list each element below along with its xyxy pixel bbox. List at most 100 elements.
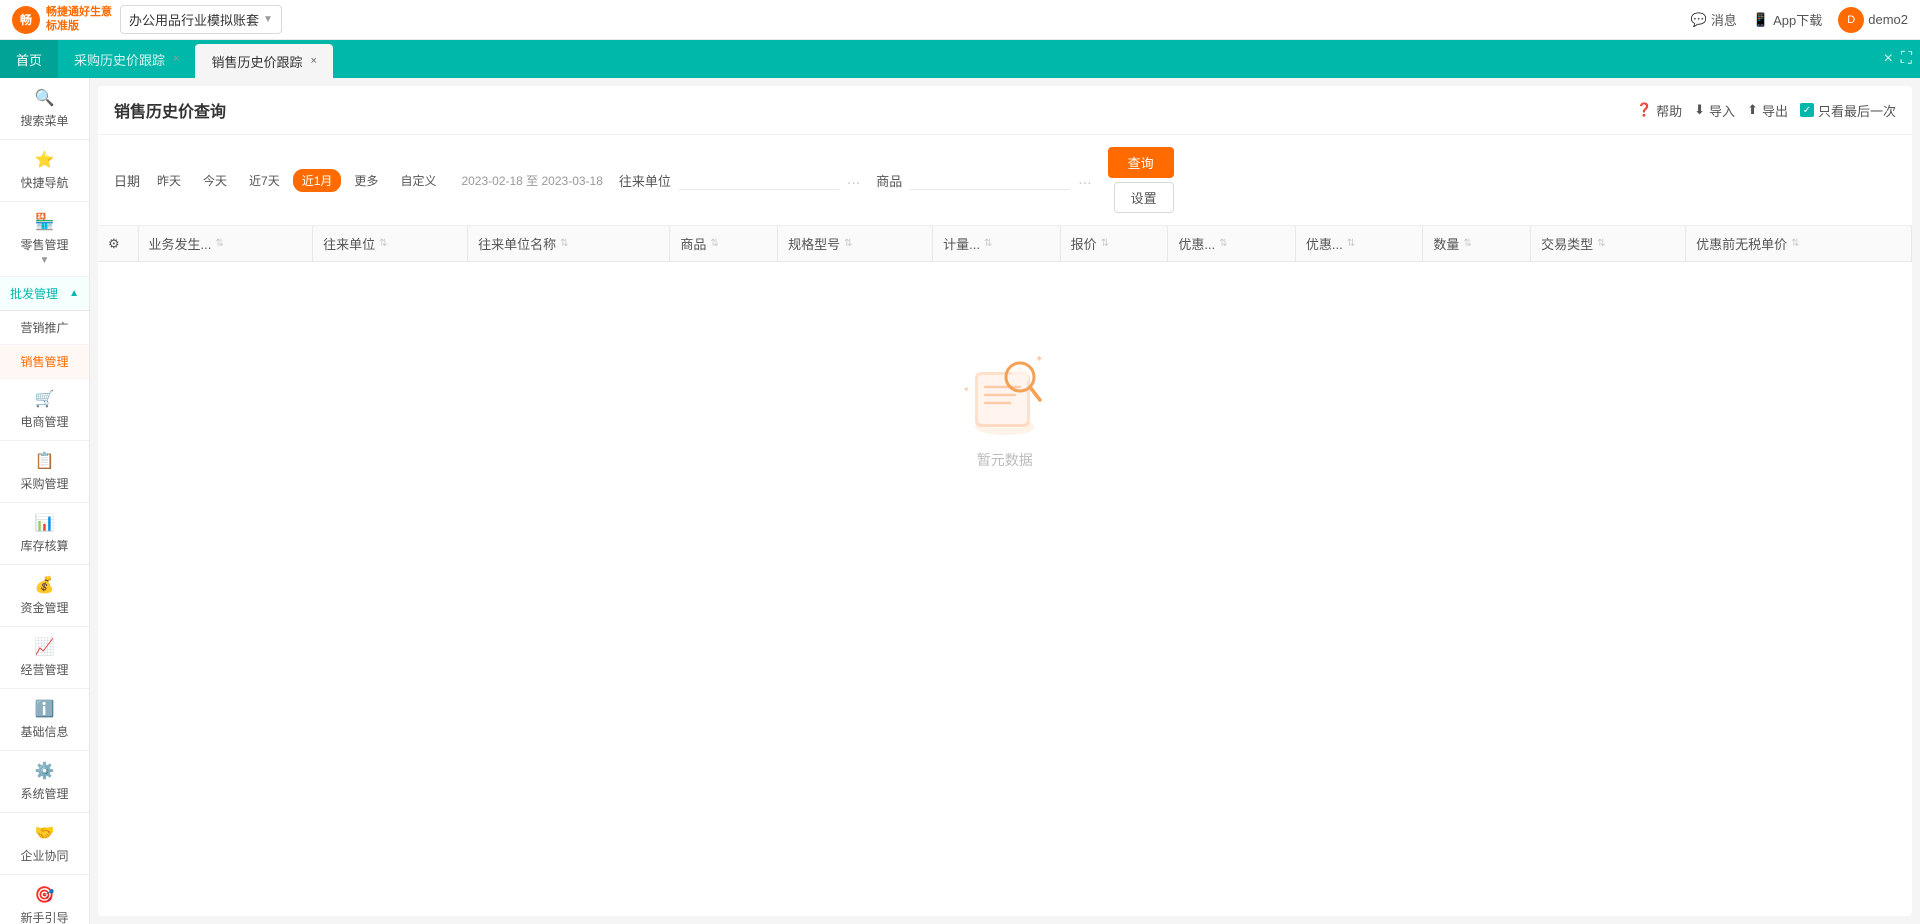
empty-state: ✦ ✦ 暂元数据 (98, 262, 1912, 550)
partner-filter-group: 往来单位 ... (619, 170, 860, 190)
import-btn[interactable]: ⬇ 导入 (1694, 101, 1735, 120)
col-quote[interactable]: 报价 ⇅ (1060, 226, 1168, 262)
app-download-btn[interactable]: 📱 App下载 (1753, 10, 1822, 29)
sidebar-item-ecommerce[interactable]: 🛒 电商管理 (0, 379, 89, 441)
chevron-down-icon: ▼ (40, 255, 50, 266)
col-partner-name[interactable]: 往来单位名称 ⇅ (468, 226, 670, 262)
date-custom-btn[interactable]: 自定义 (391, 169, 445, 192)
date-more-btn[interactable]: 更多 (345, 169, 387, 192)
sidebar-item-basic[interactable]: ℹ️ 基础信息 (0, 689, 89, 751)
search-icon: 🔍 (35, 88, 55, 108)
date-today-btn[interactable]: 今天 (194, 169, 236, 192)
sidebar-item-wholesale[interactable]: 批发管理 ▲ (0, 277, 89, 311)
sidebar-item-search[interactable]: 🔍 搜索菜单 (0, 78, 89, 140)
sort-icon: ⇅ (1347, 238, 1355, 249)
sidebar-item-system[interactable]: ⚙️ 系统管理 (0, 751, 89, 813)
sidebar-item-cooperation[interactable]: 🤝 企业协同 (0, 813, 89, 875)
info-icon: ℹ️ (35, 699, 55, 719)
col-discount1[interactable]: 优惠... ⇅ (1168, 226, 1295, 262)
col-product[interactable]: 商品 ⇅ (670, 226, 778, 262)
clipboard-icon: 📋 (35, 451, 55, 471)
page-title: 销售历史价查询 (114, 98, 226, 122)
account-selector[interactable]: 办公用品行业模拟账套 ▼ (120, 5, 282, 34)
logo-text: 畅捷通好生意 标准版 (46, 6, 112, 32)
col-biz-date[interactable]: 业务发生... ⇅ (138, 226, 313, 262)
col-spec[interactable]: 规格型号 ⇅ (778, 226, 933, 262)
money-icon: 💰 (35, 575, 55, 595)
help-icon: ❓ (1636, 102, 1652, 118)
sidebar-item-newbie[interactable]: 🎯 新手引导 (0, 875, 89, 924)
partner-picker-btn[interactable]: ... (847, 171, 860, 189)
logo-icon: 畅 (12, 6, 40, 34)
close-purchase-tab-icon[interactable]: × (173, 53, 179, 65)
date-options: 昨天 今天 近7天 近1月 更多 自定义 (148, 169, 445, 192)
export-btn[interactable]: ⬆ 导出 (1747, 101, 1788, 120)
handshake-icon: 🤝 (35, 823, 55, 843)
sort-icon: ⇅ (1597, 238, 1605, 249)
sort-icon: ⇅ (1219, 238, 1227, 249)
page-content: 销售历史价查询 ❓ 帮助 ⬇ 导入 ⬆ 导出 (98, 86, 1912, 916)
tab-bar: 首页 采购历史价跟踪 × 销售历史价跟踪 × × ⛶ (0, 40, 1920, 78)
date-filter-group: 日期 昨天 今天 近7天 近1月 更多 自定义 2023-02-18 至 202… (114, 169, 603, 192)
cart-icon: 🛒 (35, 389, 55, 409)
sidebar-sub-marketing[interactable]: 营销推广 (0, 311, 89, 345)
sort-icon: ⇅ (984, 238, 992, 249)
date-last7-btn[interactable]: 近7天 (240, 169, 289, 192)
star-icon: ⭐ (35, 150, 55, 170)
store-icon: 🏪 (35, 212, 55, 232)
col-pretax-price[interactable]: 优惠前无税单价 ⇅ (1686, 226, 1912, 262)
date-last1m-btn[interactable]: 近1月 (293, 169, 342, 192)
expand-btn[interactable]: ⛶ (1901, 50, 1912, 68)
top-bar-left: 畅 畅捷通好生意 标准版 办公用品行业模拟账套 ▼ (12, 5, 282, 34)
sort-icon: ⇅ (215, 238, 223, 249)
top-bar: 畅 畅捷通好生意 标准版 办公用品行业模拟账套 ▼ 💬 消息 📱 App下载 D… (0, 0, 1920, 40)
user-profile[interactable]: D demo2 (1838, 7, 1908, 33)
date-range-text: 2023-02-18 至 2023-03-18 (461, 172, 602, 189)
settings-btn[interactable]: 设置 (1114, 182, 1174, 213)
message-btn[interactable]: 💬 消息 (1691, 10, 1737, 29)
help-btn[interactable]: ❓ 帮助 (1636, 101, 1682, 120)
sidebar-item-purchase[interactable]: 📋 采购管理 (0, 441, 89, 503)
sidebar-sub-sales[interactable]: 销售管理 (0, 345, 89, 379)
col-partner-code[interactable]: 往来单位 ⇅ (313, 226, 468, 262)
query-btn[interactable]: 查询 (1108, 147, 1174, 178)
filter-btn-group: 查询 设置 (1108, 147, 1174, 213)
sidebar-item-quick[interactable]: ⭐ 快捷导航 (0, 140, 89, 202)
main-layout: 🔍 搜索菜单 ⭐ 快捷导航 🏪 零售管理 ▼ 批发管理 ▲ 营销推广 销售管理 … (0, 78, 1920, 924)
col-trade-type[interactable]: 交易类型 ⇅ (1531, 226, 1686, 262)
col-gear[interactable]: ⚙ (98, 226, 138, 262)
close-all-tabs-btn[interactable]: × (1883, 50, 1892, 68)
tab-home[interactable]: 首页 (0, 40, 58, 78)
sidebar-item-retail[interactable]: 🏪 零售管理 ▼ (0, 202, 89, 277)
tab-sales[interactable]: 销售历史价跟踪 × (195, 44, 332, 78)
col-qty[interactable]: 数量 ⇅ (1423, 226, 1531, 262)
col-discount2[interactable]: 优惠... ⇅ (1295, 226, 1422, 262)
sidebar-item-finance[interactable]: 💰 资金管理 (0, 565, 89, 627)
table-header: ⚙ 业务发生... ⇅ 往来单位 (98, 226, 1912, 262)
only-last-checkbox[interactable]: ✓ 只看最后一次 (1800, 101, 1896, 120)
message-icon: 💬 (1691, 12, 1707, 28)
table-settings-icon[interactable]: ⚙ (108, 236, 120, 251)
col-unit[interactable]: 计量... ⇅ (933, 226, 1060, 262)
chart-icon: 📊 (35, 513, 55, 533)
product-input[interactable] (910, 170, 1070, 190)
sort-icon: ⇅ (560, 238, 568, 249)
partner-input[interactable] (679, 170, 839, 190)
sales-tab-label: 销售历史价跟踪 (211, 52, 302, 71)
sort-icon: ⇅ (379, 238, 387, 249)
table-header-row: ⚙ 业务发生... ⇅ 往来单位 (98, 226, 1912, 262)
sidebar-item-inventory[interactable]: 📊 库存核算 (0, 503, 89, 565)
close-sales-tab-icon[interactable]: × (310, 55, 316, 67)
product-label: 商品 (876, 171, 902, 190)
top-bar-right: 💬 消息 📱 App下载 D demo2 (1691, 7, 1908, 33)
tab-purchase[interactable]: 采购历史价跟踪 × (58, 40, 195, 78)
tab-actions: × ⛶ (1875, 40, 1920, 78)
sidebar-item-operations[interactable]: 📈 经营管理 (0, 627, 89, 689)
sort-icon: ⇅ (1791, 238, 1799, 249)
app-icon: 📱 (1753, 12, 1769, 28)
product-picker-btn[interactable]: ... (1078, 171, 1091, 189)
trend-icon: 📈 (35, 637, 55, 657)
date-yesterday-btn[interactable]: 昨天 (148, 169, 190, 192)
date-label: 日期 (114, 171, 140, 190)
dropdown-arrow-icon: ▼ (263, 14, 273, 25)
